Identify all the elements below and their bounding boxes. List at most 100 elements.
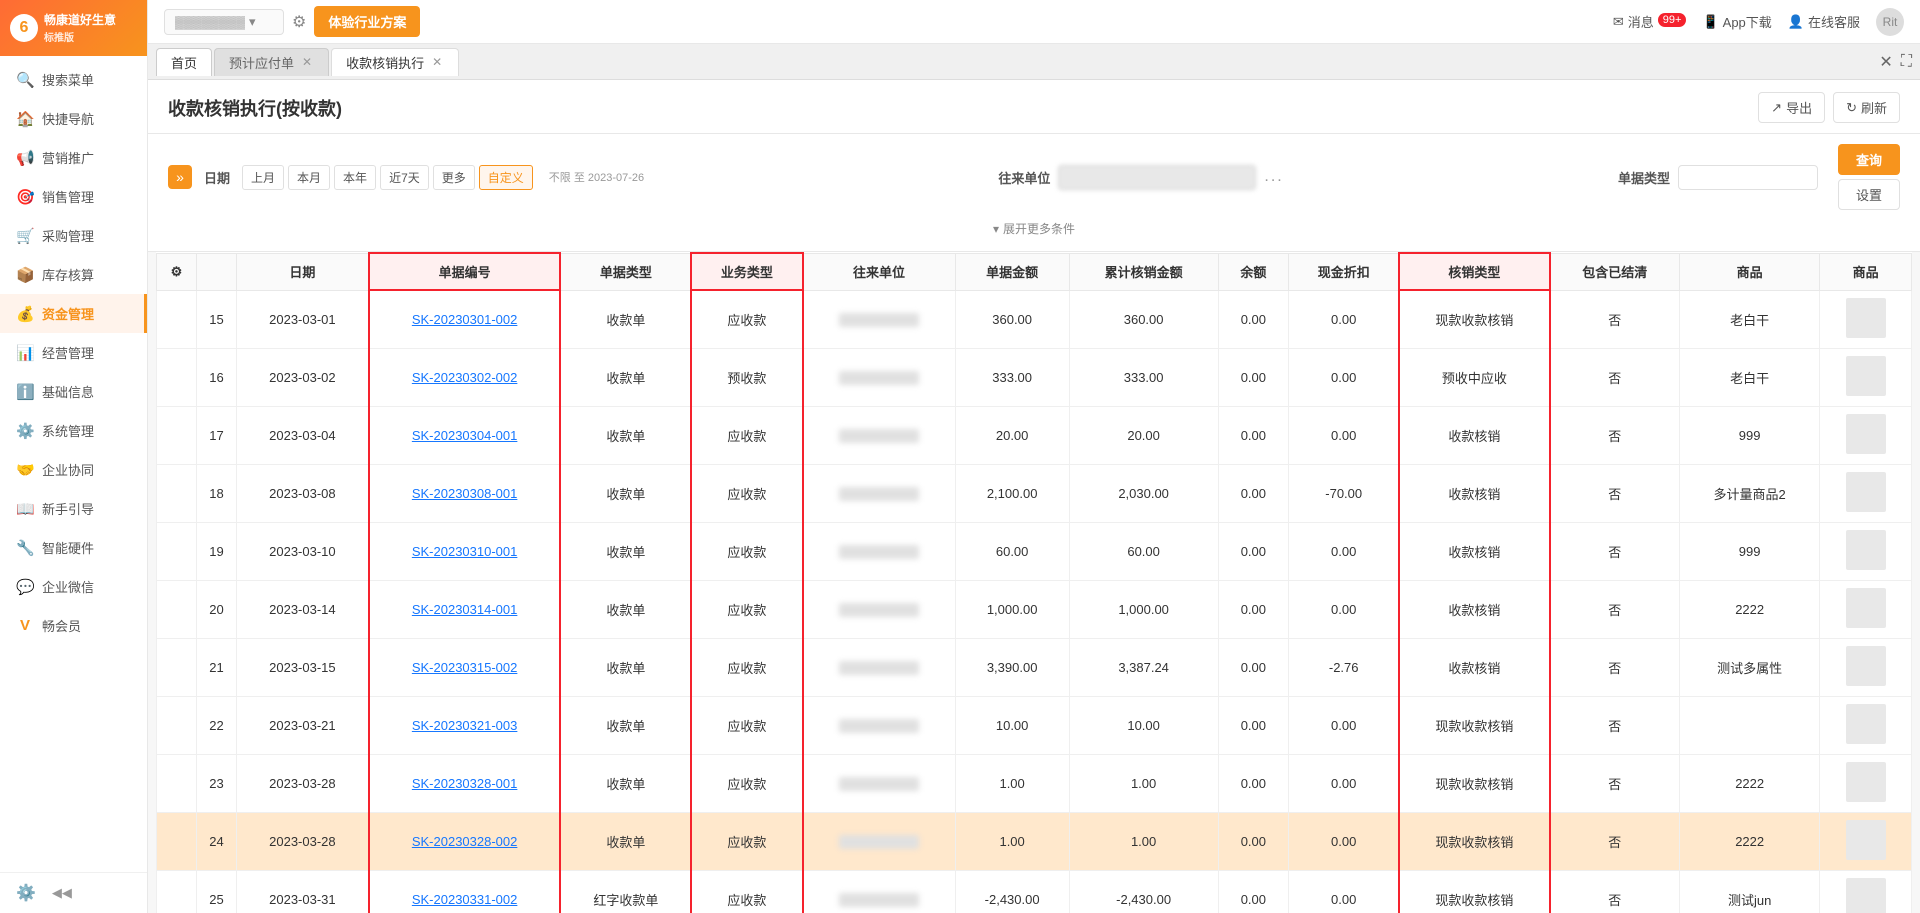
col-bill-no-cell[interactable]: SK-20230321-003 (369, 696, 561, 754)
col-biz-type-cell: 应收款 (691, 290, 802, 348)
tab-bar-actions: ✕ ⛶ (1879, 52, 1912, 72)
user-avatar[interactable]: Rit (1876, 8, 1904, 36)
sidebar-item-member[interactable]: V 畅会员 (0, 606, 147, 645)
col-cancel-type-cell: 现款收款核销 (1399, 696, 1549, 754)
col-bill-no-cell[interactable]: SK-20230331-002 (369, 870, 561, 913)
refresh-label: 刷新 (1861, 98, 1887, 117)
sidebar-item-hardware[interactable]: 🔧 智能硬件 (0, 528, 147, 567)
table-row[interactable]: 17 2023-03-04 SK-20230304-001 收款单 应收款 20… (157, 406, 1912, 464)
col-acc-amount-cell: 60.00 (1069, 522, 1218, 580)
basic-icon: ℹ️ (16, 383, 34, 401)
sidebar-item-purchase[interactable]: 🛒 采购管理 (0, 216, 147, 255)
table-area[interactable]: ⚙ 日期 单据编号 单据类型 业务类型 往来单位 单据金额 累计核销金额 余额 … (148, 252, 1920, 913)
partner-input[interactable] (1058, 165, 1256, 190)
date-7days-btn[interactable]: 近7天 (380, 165, 429, 190)
tab-home[interactable]: 首页 (156, 48, 212, 76)
sidebar-item-marketing[interactable]: 📢 营销推广 (0, 138, 147, 177)
filter-settings-button[interactable]: 设置 (1838, 179, 1900, 210)
date-more-btn[interactable]: 更多 (433, 165, 475, 190)
bill-no-link[interactable]: SK-20230302-002 (412, 370, 518, 385)
col-bill-no-cell[interactable]: SK-20230314-001 (369, 580, 561, 638)
bill-no-link[interactable]: SK-20230308-001 (412, 486, 518, 501)
tab-close-all-btn[interactable]: ✕ (1879, 52, 1892, 72)
filter-area: » 日期 上月 本月 本年 近7天 更多 自定义 不限 至 2023-07-26… (148, 134, 1920, 252)
refresh-button[interactable]: ↻ 刷新 (1833, 92, 1900, 123)
col-goods2-cell (1820, 812, 1912, 870)
col-bill-no-cell[interactable]: SK-20230315-002 (369, 638, 561, 696)
col-cash-discount-cell: 0.00 (1289, 580, 1400, 638)
col-settings-cell (157, 870, 197, 913)
col-index-cell: 16 (197, 348, 237, 406)
bill-no-link[interactable]: SK-20230328-002 (412, 834, 518, 849)
sidebar-item-label: 企业微信 (42, 577, 94, 596)
tab-prepay[interactable]: 预计应付单 ✕ (214, 48, 329, 76)
col-index-cell: 20 (197, 580, 237, 638)
col-bill-amount-cell: 60.00 (955, 522, 1069, 580)
col-goods2-cell (1820, 580, 1912, 638)
bill-no-link[interactable]: SK-20230331-002 (412, 892, 518, 907)
col-cash-discount-cell: 0.00 (1289, 696, 1400, 754)
col-biz-type-cell: 应收款 (691, 754, 802, 812)
online-support-item[interactable]: 👤 在线客服 (1788, 12, 1860, 31)
col-bill-no-cell[interactable]: SK-20230328-001 (369, 754, 561, 812)
sidebar-item-search[interactable]: 🔍 搜索菜单 (0, 60, 147, 99)
table-row[interactable]: 22 2023-03-21 SK-20230321-003 收款单 应收款 10… (157, 696, 1912, 754)
bill-no-link[interactable]: SK-20230314-001 (412, 602, 518, 617)
table-row[interactable]: 18 2023-03-08 SK-20230308-001 收款单 应收款 2,… (157, 464, 1912, 522)
sidebar-item-system[interactable]: ⚙️ 系统管理 (0, 411, 147, 450)
date-custom-btn[interactable]: 自定义 (479, 165, 533, 190)
app-download-item[interactable]: 📱 App下载 (1702, 12, 1771, 31)
collapse-icon[interactable]: ◀◀ (52, 885, 72, 901)
industry-btn[interactable]: 体验行业方案 (314, 6, 420, 37)
sidebar-item-enterprise[interactable]: 🤝 企业协同 (0, 450, 147, 489)
sidebar-item-finance[interactable]: 💰 资金管理 (0, 294, 147, 333)
tab-prepay-close[interactable]: ✕ (300, 53, 314, 71)
table-row[interactable]: 24 2023-03-28 SK-20230328-002 收款单 应收款 1.… (157, 812, 1912, 870)
col-bill-no-cell[interactable]: SK-20230302-002 (369, 348, 561, 406)
messages-item[interactable]: ✉ 消息 99+ (1613, 12, 1687, 31)
col-bill-no-cell[interactable]: SK-20230308-001 (369, 464, 561, 522)
date-this-month-btn[interactable]: 本月 (288, 165, 330, 190)
query-button[interactable]: 查询 (1838, 144, 1900, 175)
table-row[interactable]: 21 2023-03-15 SK-20230315-002 收款单 应收款 3,… (157, 638, 1912, 696)
table-row[interactable]: 20 2023-03-14 SK-20230314-001 收款单 应收款 1,… (157, 580, 1912, 638)
bill-no-link[interactable]: SK-20230315-002 (412, 660, 518, 675)
table-row[interactable]: 15 2023-03-01 SK-20230301-002 收款单 应收款 36… (157, 290, 1912, 348)
sidebar-item-inventory[interactable]: 📦 库存核算 (0, 255, 147, 294)
sidebar-item-wechat[interactable]: 💬 企业微信 (0, 567, 147, 606)
col-partner-cell (803, 290, 956, 348)
col-bill-no-cell[interactable]: SK-20230304-001 (369, 406, 561, 464)
bill-no-link[interactable]: SK-20230321-003 (412, 718, 518, 733)
sidebar-item-basic[interactable]: ℹ️ 基础信息 (0, 372, 147, 411)
sidebar-item-guide[interactable]: 📖 新手引导 (0, 489, 147, 528)
tab-collection-close[interactable]: ✕ (430, 53, 444, 71)
table-row[interactable]: 23 2023-03-28 SK-20230328-001 收款单 应收款 1.… (157, 754, 1912, 812)
col-bill-no-cell[interactable]: SK-20230301-002 (369, 290, 561, 348)
bill-no-link[interactable]: SK-20230328-001 (412, 776, 518, 791)
header-gear-icon[interactable]: ⚙ (292, 12, 306, 32)
tab-collection[interactable]: 收款核销执行 ✕ (331, 48, 459, 76)
bill-no-link[interactable]: SK-20230304-001 (412, 428, 518, 443)
sidebar-item-shortcut[interactable]: 🏠 快捷导航 (0, 99, 147, 138)
col-bill-no-cell[interactable]: SK-20230310-001 (369, 522, 561, 580)
col-settings-header[interactable]: ⚙ (157, 253, 197, 290)
col-date-cell: 2023-03-10 (237, 522, 369, 580)
settings-icon[interactable]: ⚙️ (16, 883, 36, 903)
filter-toggle-button[interactable]: » (168, 165, 192, 189)
tab-expand-btn[interactable]: ⛶ (1901, 52, 1912, 72)
table-row[interactable]: 16 2023-03-02 SK-20230302-002 收款单 预收款 33… (157, 348, 1912, 406)
workspace-dropdown[interactable]: ▓▓▓▓▓▓▓▓ ▾ (164, 9, 284, 35)
col-settings-cell (157, 464, 197, 522)
expand-conditions[interactable]: ▾ 展开更多条件 (168, 216, 1900, 241)
sidebar-item-sales[interactable]: 🎯 销售管理 (0, 177, 147, 216)
receipt-type-select[interactable] (1678, 165, 1818, 190)
sidebar-item-operations[interactable]: 📊 经营管理 (0, 333, 147, 372)
export-button[interactable]: ↗ 导出 (1758, 92, 1825, 123)
date-last-month-btn[interactable]: 上月 (242, 165, 284, 190)
date-this-year-btn[interactable]: 本年 (334, 165, 376, 190)
table-row[interactable]: 25 2023-03-31 SK-20230331-002 红字收款单 应收款 … (157, 870, 1912, 913)
col-bill-no-cell[interactable]: SK-20230328-002 (369, 812, 561, 870)
bill-no-link[interactable]: SK-20230301-002 (412, 312, 518, 327)
table-row[interactable]: 19 2023-03-10 SK-20230310-001 收款单 应收款 60… (157, 522, 1912, 580)
bill-no-link[interactable]: SK-20230310-001 (412, 544, 518, 559)
